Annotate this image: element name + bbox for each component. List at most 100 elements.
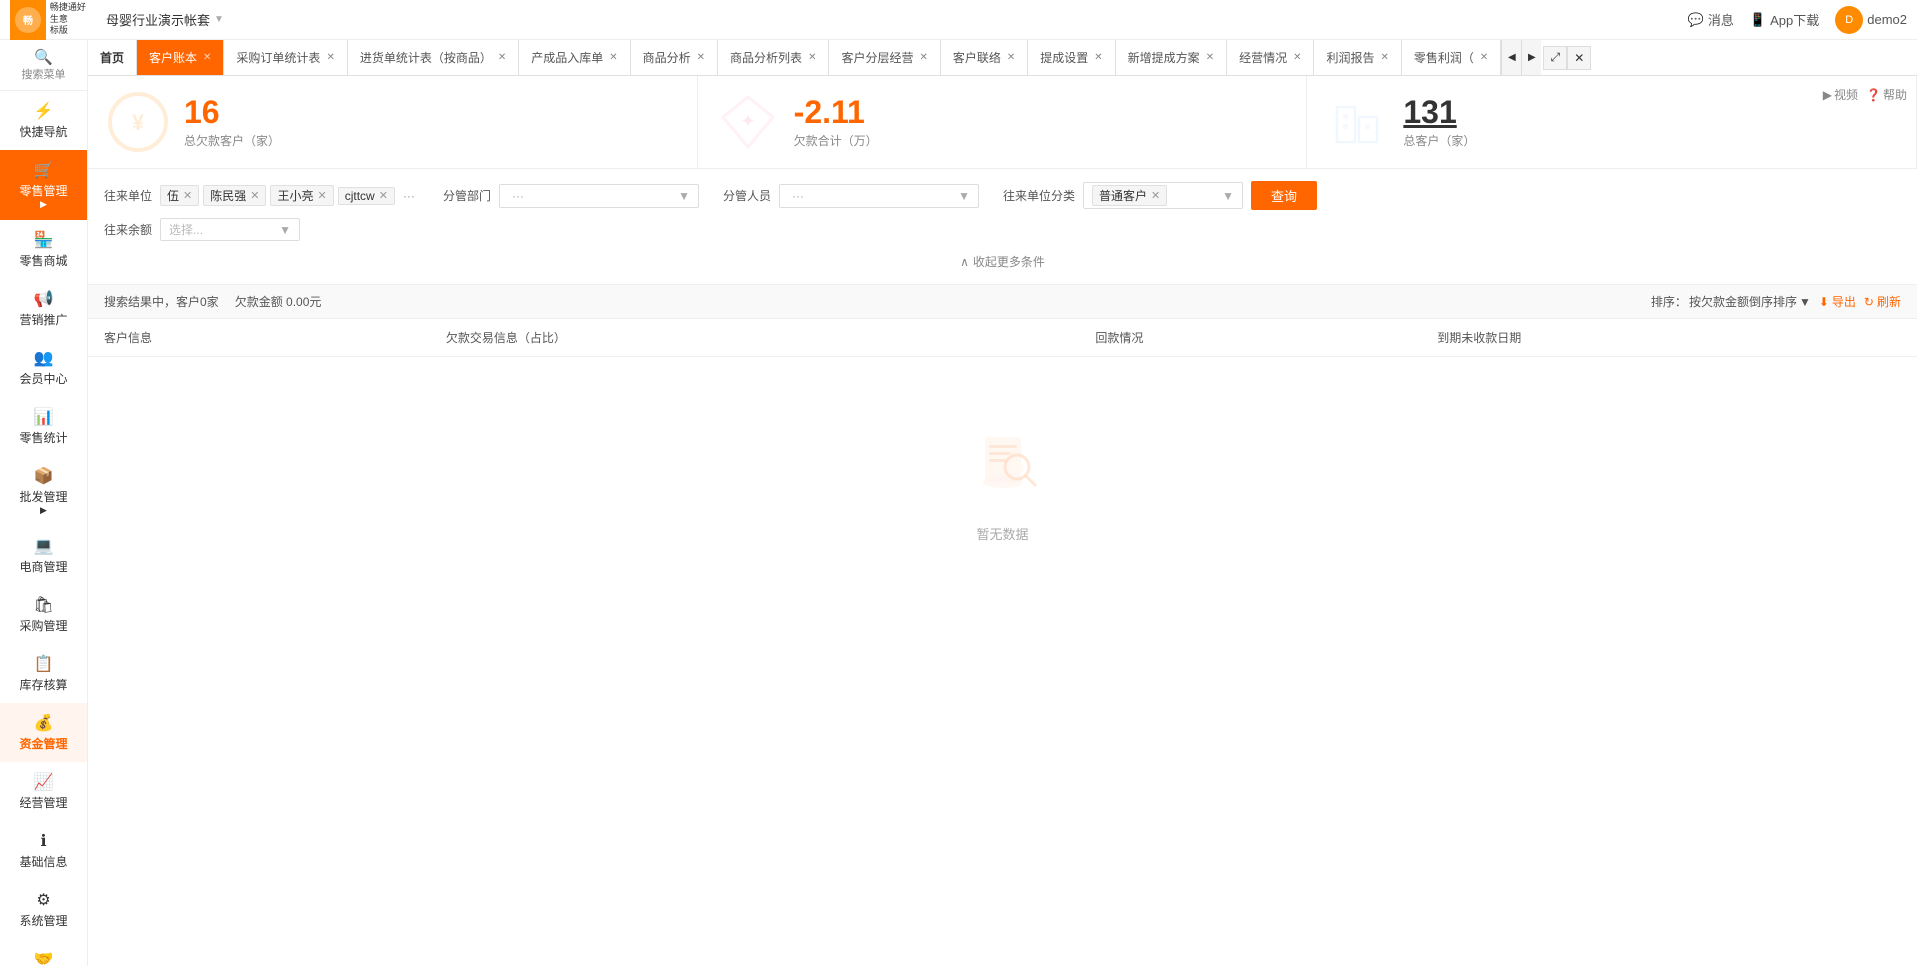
unit-class-tag-text: 普通客户 — [1099, 187, 1147, 204]
tab-close-icon[interactable]: ✕ — [1007, 52, 1015, 63]
tab-retail-profit[interactable]: 零售利润（ ✕ — [1402, 40, 1501, 76]
quick-nav-icon: ⚡ — [34, 101, 54, 121]
dept-more-dots[interactable]: ··· — [508, 187, 528, 205]
result-bar-right: 排序： 按欠款金额倒序排序 ▼ ⬇ 导出 ↻ 刷新 — [1651, 293, 1901, 310]
tab-close-icon[interactable]: ✕ — [1293, 52, 1301, 63]
tab-customer-book[interactable]: 客户账本 ✕ — [137, 40, 224, 76]
tab-product-analysis[interactable]: 商品分析 ✕ — [631, 40, 718, 76]
sidebar-item-retail-stats[interactable]: 📊 零售统计 — [0, 397, 87, 456]
avatar: D — [1835, 6, 1863, 34]
tab-customer-contact[interactable]: 客户联络 ✕ — [941, 40, 1028, 76]
remove-tag-wang[interactable]: ✕ — [318, 189, 327, 202]
sidebar-item-label: 基础信息 — [19, 853, 67, 870]
logo-text: 畅捷通好生意标版 — [46, 2, 98, 37]
message-icon: 💬 — [1688, 12, 1704, 28]
tab-close-icon[interactable]: ✕ — [697, 52, 705, 63]
refresh-btn[interactable]: ↻ 刷新 — [1864, 293, 1901, 310]
video-help-btn[interactable]: ▶ 视频 — [1823, 86, 1858, 103]
sidebar-item-marketing[interactable]: 📢 营销推广 — [0, 279, 87, 338]
tab-close-icon[interactable]: ✕ — [203, 52, 211, 63]
app-download-label: App下载 — [1770, 10, 1819, 29]
stat-text-customers: 16 总欠款客户（家） — [184, 96, 280, 149]
sidebar-item-purchase[interactable]: 🛍 采购管理 — [0, 585, 87, 644]
sidebar-item-operation[interactable]: 📈 经营管理 — [0, 762, 87, 821]
diamond-icon: ✦ — [718, 92, 778, 152]
tab-product-analysis-list[interactable]: 商品分析列表 ✕ — [718, 40, 829, 76]
app-icon: 📱 — [1750, 12, 1766, 28]
chevron-down-icon: ▼ — [214, 14, 224, 25]
dept-filter-select[interactable]: ··· ▼ — [499, 184, 699, 208]
filter-row-1: 往来单位 伍 ✕ 陈民强 ✕ 王小亮 — [104, 181, 1901, 210]
sidebar-item-system[interactable]: ⚙ 系统管理 — [0, 880, 87, 939]
help-links: ▶ 视频 ❓ 帮助 — [1823, 86, 1907, 103]
tab-operation-status[interactable]: 经营情况 ✕ — [1227, 40, 1314, 76]
sidebar-item-wholesale[interactable]: 📦 批发管理 ▶ — [0, 456, 87, 526]
sidebar-item-label: 批发管理 — [19, 488, 67, 505]
sidebar-item-ecommerce[interactable]: 💻 电商管理 — [0, 526, 87, 585]
top-bar: 畅 畅捷通好生意标版 母婴行业演示帐套 ▼ 💬 消息 📱 App下载 D dem… — [0, 0, 1917, 40]
stat-text-total: 131 总客户（家） — [1403, 96, 1475, 149]
sidebar-item-finance[interactable]: 💰 资金管理 — [0, 703, 87, 762]
tab-close-icon[interactable]: ✕ — [498, 52, 506, 63]
user-area[interactable]: D demo2 — [1835, 6, 1907, 34]
tab-customer-segment[interactable]: 客户分层经营 ✕ — [829, 40, 940, 76]
export-label: 导出 — [1832, 293, 1856, 310]
tab-stock-stats[interactable]: 进货单统计表（按商品） ✕ — [348, 40, 519, 76]
tab-purchase-order-stats[interactable]: 采购订单统计表 ✕ — [224, 40, 347, 76]
collapse-filters-btn[interactable]: ∧ 收起更多条件 — [104, 249, 1901, 278]
tab-propose-settings[interactable]: 提成设置 ✕ — [1028, 40, 1115, 76]
sidebar-item-quick-nav[interactable]: ⚡ 快捷导航 — [0, 91, 87, 150]
tab-label: 进货单统计表（按商品） — [360, 49, 492, 66]
person-more-dots[interactable]: ··· — [788, 187, 808, 205]
account-selector[interactable]: 母婴行业演示帐套 ▼ — [106, 10, 228, 29]
tab-profit-report[interactable]: 利润报告 ✕ — [1314, 40, 1401, 76]
video-label: 视频 — [1834, 86, 1858, 103]
tab-scroll-right[interactable]: ▶ — [1521, 40, 1541, 76]
arrow-right-icon: ▶ — [40, 199, 47, 210]
refresh-icon: ↻ — [1864, 295, 1874, 309]
app-download-btn[interactable]: 📱 App下载 — [1750, 10, 1819, 29]
stat-number-customers: 16 — [184, 96, 280, 128]
tab-label: 首页 — [100, 49, 124, 66]
tab-maximize[interactable]: ⤢ — [1543, 46, 1567, 70]
logo-icon: 畅 — [14, 6, 42, 34]
remove-tag-wu[interactable]: ✕ — [183, 189, 192, 202]
sidebar-item-collab[interactable]: 🤝 企业协同 — [0, 939, 87, 966]
sidebar-item-basic-info[interactable]: ℹ 基础信息 — [0, 821, 87, 880]
person-filter-select[interactable]: ··· ▼ — [779, 184, 979, 208]
tab-product-stock-in[interactable]: 产成品入库单 ✕ — [519, 40, 630, 76]
empty-state: 暂无数据 — [88, 357, 1917, 603]
sort-select[interactable]: 排序： 按欠款金额倒序排序 ▼ — [1651, 293, 1811, 310]
tab-home[interactable]: 首页 — [88, 40, 137, 76]
tab-close-icon[interactable]: ✕ — [1094, 52, 1102, 63]
sidebar-item-inventory[interactable]: 📋 库存核算 — [0, 644, 87, 703]
stat-label-total: 总客户（家） — [1403, 132, 1475, 149]
message-btn[interactable]: 💬 消息 — [1688, 10, 1734, 29]
remove-class-tag[interactable]: ✕ — [1151, 189, 1160, 202]
sidebar-search[interactable]: 🔍 搜索菜单 — [0, 40, 87, 91]
sidebar-item-member[interactable]: 👥 会员中心 — [0, 338, 87, 397]
tab-scroll-left[interactable]: ◀ — [1501, 40, 1521, 76]
sidebar-item-retail-mall[interactable]: 🏪 零售商城 — [0, 220, 87, 279]
remove-tag-chen[interactable]: ✕ — [250, 189, 259, 202]
tab-close-icon[interactable]: ✕ — [808, 52, 816, 63]
unit-class-select[interactable]: 普通客户 ✕ ▼ — [1083, 182, 1243, 209]
tab-close-icon[interactable]: ✕ — [919, 52, 927, 63]
help-btn[interactable]: ❓ 帮助 — [1866, 86, 1907, 103]
tab-close-all[interactable]: ✕ — [1567, 46, 1591, 70]
tab-close-icon[interactable]: ✕ — [1381, 52, 1389, 63]
tab-close-icon[interactable]: ✕ — [609, 52, 617, 63]
tab-close-icon[interactable]: ✕ — [326, 52, 334, 63]
tab-close-icon[interactable]: ✕ — [1480, 52, 1488, 63]
balance-filter-select[interactable]: 选择... ▼ — [160, 218, 300, 241]
sidebar-item-retail-mgmt[interactable]: 🛒 零售管理 ▶ — [0, 150, 87, 220]
query-button[interactable]: 查询 — [1251, 181, 1317, 210]
svg-text:¥: ¥ — [132, 110, 145, 135]
remove-tag-cj[interactable]: ✕ — [379, 189, 388, 202]
unit-tag-wang: 王小亮 ✕ — [270, 185, 333, 206]
filter-more-btn[interactable]: ··· — [399, 188, 419, 204]
table-container: 客户信息 欠款交易信息（占比） 回款情况 到期未收款日期 — [88, 319, 1917, 603]
export-btn[interactable]: ⬇ 导出 — [1819, 293, 1856, 310]
tab-new-propose[interactable]: 新增提成方案 ✕ — [1116, 40, 1227, 76]
tab-close-icon[interactable]: ✕ — [1206, 52, 1214, 63]
